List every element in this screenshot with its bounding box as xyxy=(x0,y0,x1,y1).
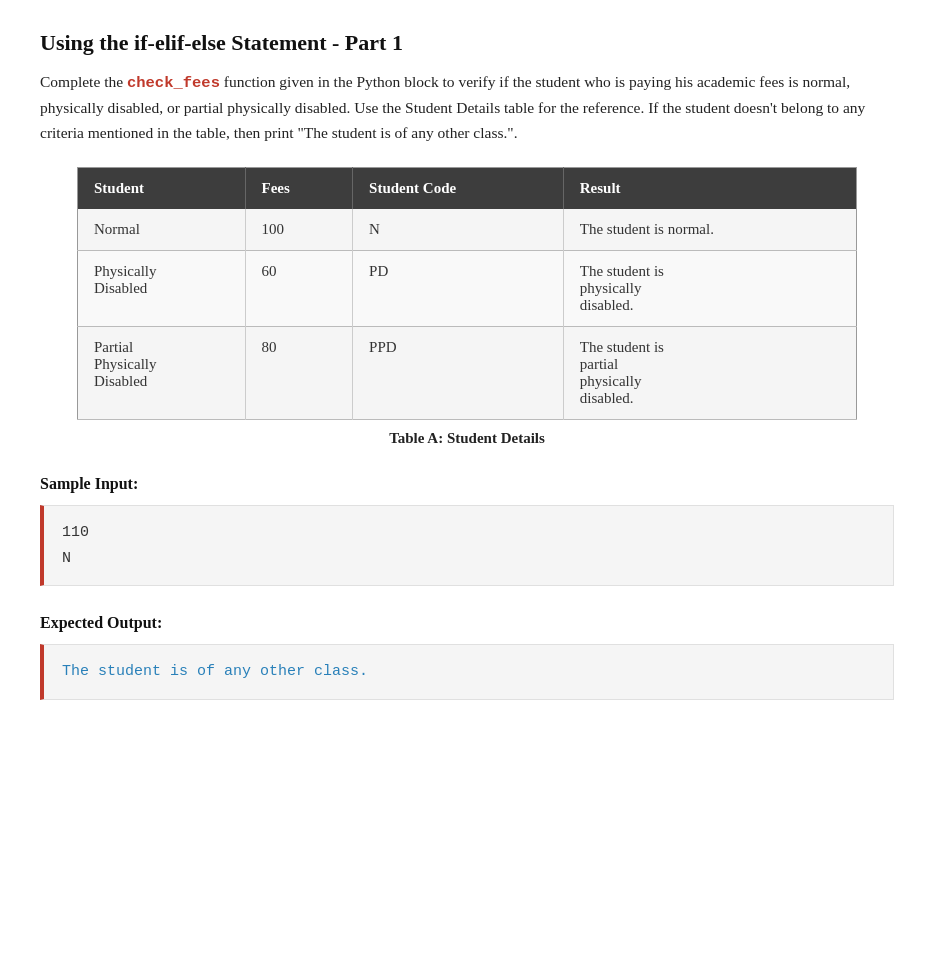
cell-code: N xyxy=(353,209,564,251)
col-header-code: Student Code xyxy=(353,168,564,210)
cell-result: The student isphysicallydisabled. xyxy=(563,251,856,327)
cell-student: Normal xyxy=(78,209,246,251)
expected-output-label: Expected Output: xyxy=(40,614,894,632)
table-row: PhysicallyDisabled 60 PD The student isp… xyxy=(78,251,857,327)
student-details-table-wrapper: Student Fees Student Code Result Normal … xyxy=(77,167,857,447)
function-name: check_fees xyxy=(127,74,220,92)
cell-student: PartialPhysicallyDisabled xyxy=(78,327,246,420)
col-header-fees: Fees xyxy=(245,168,353,210)
sample-input-block: 110N xyxy=(40,505,894,586)
col-header-student: Student xyxy=(78,168,246,210)
cell-fees: 60 xyxy=(245,251,353,327)
cell-student: PhysicallyDisabled xyxy=(78,251,246,327)
cell-result: The student ispartialphysicallydisabled. xyxy=(563,327,856,420)
student-details-table: Student Fees Student Code Result Normal … xyxy=(77,167,857,420)
table-caption: Table A: Student Details xyxy=(77,430,857,447)
expected-output-block: The student is of any other class. xyxy=(40,644,894,700)
table-row: PartialPhysicallyDisabled 80 PPD The stu… xyxy=(78,327,857,420)
table-header-row: Student Fees Student Code Result xyxy=(78,168,857,210)
cell-fees: 80 xyxy=(245,327,353,420)
description-text: Complete the check_fees function given i… xyxy=(40,70,894,145)
sample-input-label: Sample Input: xyxy=(40,475,894,493)
cell-result: The student is normal. xyxy=(563,209,856,251)
cell-code: PPD xyxy=(353,327,564,420)
description-part1: Complete the xyxy=(40,73,127,90)
col-header-result: Result xyxy=(563,168,856,210)
cell-fees: 100 xyxy=(245,209,353,251)
table-row: Normal 100 N The student is normal. xyxy=(78,209,857,251)
cell-code: PD xyxy=(353,251,564,327)
page-title: Using the if-elif-else Statement - Part … xyxy=(40,30,894,56)
